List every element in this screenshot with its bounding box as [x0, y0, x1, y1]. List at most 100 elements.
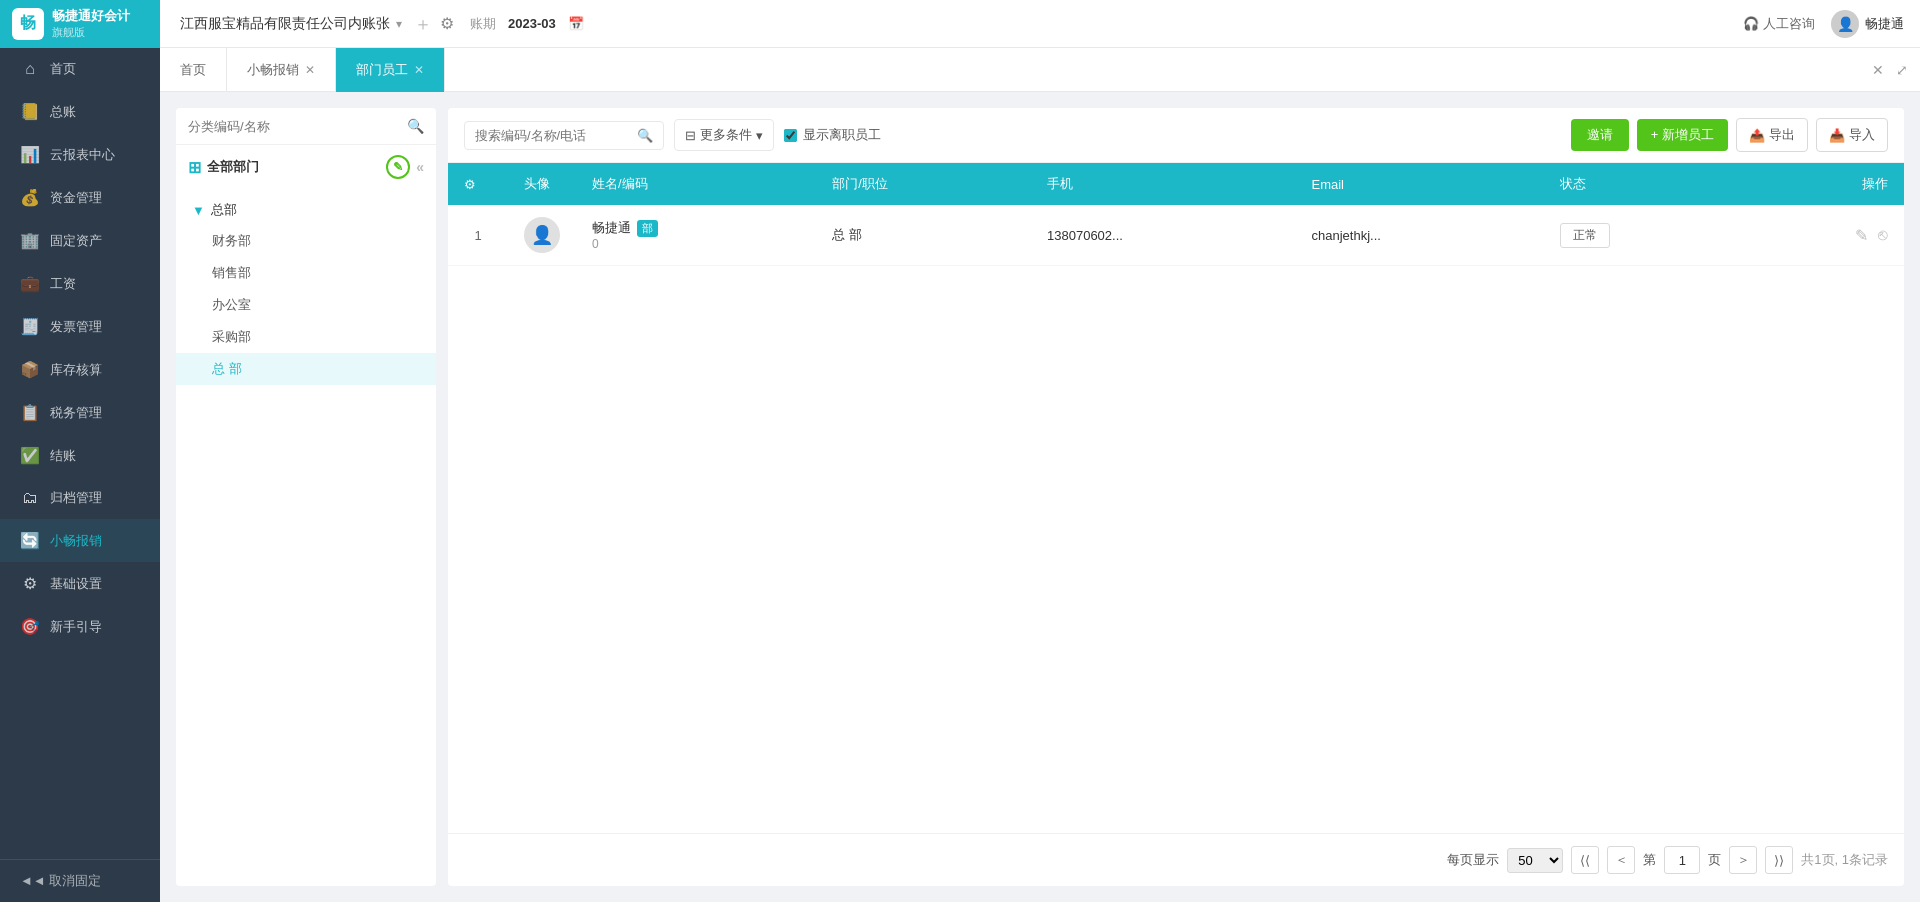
tab-expand-icon[interactable]: ⤢ — [1896, 62, 1908, 78]
col-dept[interactable]: 部门/职位 — [816, 163, 1031, 205]
guide-icon: 🎯 — [20, 617, 40, 636]
dept-tree: ▼ 总部 财务部 销售部 办公室 采购部 — [176, 189, 436, 886]
dept-grid-icon: ⊞ — [188, 158, 201, 177]
dept-child-office[interactable]: 办公室 — [176, 289, 436, 321]
right-panel: 🔍 ⊟ 更多条件 ▾ 显示离职员工 邀请 + 新增员工 — [448, 108, 1904, 886]
settings-icon[interactable]: ⚙ — [440, 14, 454, 33]
tab-xiaochang-close[interactable]: ✕ — [305, 63, 315, 77]
employee-search-input[interactable] — [475, 128, 631, 143]
prev-page-button[interactable]: ＜ — [1607, 846, 1635, 874]
avatar: 👤 — [1831, 10, 1859, 38]
checkout-icon: ✅ — [20, 446, 40, 465]
sidebar-item-home[interactable]: ⌂ 首页 — [0, 48, 160, 90]
top-right: 🎧 人工咨询 👤 畅捷通 — [1743, 10, 1904, 38]
sidebar-item-archive[interactable]: 🗂 归档管理 — [0, 477, 160, 519]
col-action: 操作 — [1724, 163, 1904, 205]
dept-child-general[interactable]: 总 部 — [176, 353, 436, 385]
employee-toolbar: 🔍 ⊟ 更多条件 ▾ 显示离职员工 邀请 + 新增员工 — [448, 108, 1904, 163]
col-avatar: 头像 — [508, 163, 576, 205]
col-email: Email — [1296, 163, 1545, 205]
tab-dept-staff[interactable]: 部门员工 ✕ — [336, 48, 445, 92]
dept-parent-zongbu[interactable]: ▼ 总部 — [176, 195, 436, 225]
dept-badge: 部 — [637, 220, 658, 237]
toolbar-right: 邀请 + 新增员工 📤 导出 📥 导入 — [1571, 118, 1888, 152]
company-name[interactable]: 江西服宝精品有限责任公司内账张 ▾ — [180, 15, 402, 33]
dept-search-input[interactable] — [188, 119, 399, 134]
export-button[interactable]: 📤 导出 — [1736, 118, 1808, 152]
logout-button[interactable]: ⎋ — [1878, 226, 1888, 244]
sidebar-item-inventory[interactable]: 📦 库存核算 — [0, 348, 160, 391]
dept-search-icon[interactable]: 🔍 — [407, 118, 424, 134]
dept-child-sales[interactable]: 销售部 — [176, 257, 436, 289]
tab-home[interactable]: 首页 — [160, 48, 227, 92]
action-buttons: ✎ ⎋ — [1740, 226, 1888, 245]
employee-search-icon[interactable]: 🔍 — [637, 128, 653, 143]
table-header-row: ⚙ 头像 姓名/编码 部门/职位 手机 Email 状态 操作 — [448, 163, 1904, 205]
export-icon: 📤 — [1749, 128, 1765, 143]
sidebar-item-tax[interactable]: 📋 税务管理 — [0, 391, 160, 434]
period-area: 账期 2023-03 📅 — [470, 15, 584, 33]
company-dropdown-icon[interactable]: ▾ — [396, 17, 402, 31]
col-settings[interactable]: ⚙ — [448, 163, 508, 205]
page-number-input[interactable] — [1664, 846, 1700, 874]
ledger-icon: 📒 — [20, 102, 40, 121]
last-page-button[interactable]: ⟩⟩ — [1765, 846, 1793, 874]
row-phone: 138070602... — [1031, 205, 1296, 266]
sidebar-item-salary[interactable]: 💼 工资 — [0, 262, 160, 305]
archive-icon: 🗂 — [20, 489, 40, 507]
logo-area: 畅 畅捷通好会计 旗舰版 — [0, 0, 160, 48]
tab-close-all-icon[interactable]: ✕ — [1872, 62, 1884, 78]
sidebar-item-settings[interactable]: ⚙ 基础设置 — [0, 562, 160, 605]
col-status: 状态 — [1544, 163, 1724, 205]
dept-search-bar: 🔍 — [176, 108, 436, 145]
all-dept-header: ⊞ 全部部门 ✎ « — [176, 145, 436, 189]
filter-icon: ⊟ — [685, 128, 696, 143]
pagination: 每页显示 50 10 20 100 ⟨⟨ ＜ 第 页 ＞ ⟩⟩ 共1页, 1条记… — [448, 833, 1904, 886]
per-page-select[interactable]: 50 10 20 100 — [1507, 848, 1563, 873]
add-company-icon[interactable]: ＋ — [414, 12, 432, 36]
dept-child-purchase[interactable]: 采购部 — [176, 321, 436, 353]
show-resigned-checkbox[interactable] — [784, 129, 797, 142]
filter-dropdown-icon: ▾ — [756, 128, 763, 143]
dept-edit-button[interactable]: ✎ — [386, 155, 410, 179]
sidebar-item-fund[interactable]: 💰 资金管理 — [0, 176, 160, 219]
sidebar-item-guide[interactable]: 🎯 新手引导 — [0, 605, 160, 648]
dept-child-finance[interactable]: 财务部 — [176, 225, 436, 257]
invite-button[interactable]: 邀请 — [1571, 119, 1629, 151]
sidebar-item-asset[interactable]: 🏢 固定资产 — [0, 219, 160, 262]
col-name[interactable]: 姓名/编码 — [576, 163, 816, 205]
col-phone[interactable]: 手机 — [1031, 163, 1296, 205]
employee-avatar: 👤 — [524, 217, 560, 253]
sidebar: ⌂ 首页 📒 总账 📊 云报表中心 💰 资金管理 🏢 固定资产 💼 工资 🧾 发… — [0, 48, 160, 902]
salary-icon: 💼 — [20, 274, 40, 293]
tax-icon: 📋 — [20, 403, 40, 422]
table-row: 1 👤 畅捷通 部 0 总 部 — [448, 205, 1904, 266]
sidebar-item-report[interactable]: 📊 云报表中心 — [0, 133, 160, 176]
first-page-button[interactable]: ⟨⟨ — [1571, 846, 1599, 874]
sidebar-item-checkout[interactable]: ✅ 结账 — [0, 434, 160, 477]
next-page-button[interactable]: ＞ — [1729, 846, 1757, 874]
sidebar-item-invoice[interactable]: 🧾 发票管理 — [0, 305, 160, 348]
edit-button[interactable]: ✎ — [1855, 226, 1868, 245]
sidebar-item-xiaochang[interactable]: 🔄 小畅报销 — [0, 519, 160, 562]
employee-search-field[interactable]: 🔍 — [464, 121, 664, 150]
dept-collapse-icon[interactable]: « — [416, 159, 424, 175]
tab-xiaochang[interactable]: 小畅报销 ✕ — [227, 48, 336, 92]
row-email: chanjethkj... — [1296, 205, 1545, 266]
user-info[interactable]: 👤 畅捷通 — [1831, 10, 1904, 38]
service-button[interactable]: 🎧 人工咨询 — [1743, 15, 1815, 33]
home-icon: ⌂ — [20, 60, 40, 78]
total-record-text: 共1页, 1条记录 — [1801, 851, 1888, 869]
add-staff-button[interactable]: + 新增员工 — [1637, 119, 1728, 151]
sidebar-collapse-button[interactable]: ◄◄ 取消固定 — [0, 859, 160, 902]
sidebar-item-ledger[interactable]: 📒 总账 — [0, 90, 160, 133]
row-dept: 总 部 — [816, 205, 1031, 266]
filter-button[interactable]: ⊟ 更多条件 ▾ — [674, 119, 774, 151]
fund-icon: 💰 — [20, 188, 40, 207]
dept-group-root: ▼ 总部 财务部 销售部 办公室 采购部 — [176, 189, 436, 391]
tab-dept-staff-close[interactable]: ✕ — [414, 63, 424, 77]
calendar-icon[interactable]: 📅 — [568, 16, 584, 31]
asset-icon: 🏢 — [20, 231, 40, 250]
import-button[interactable]: 📥 导入 — [1816, 118, 1888, 152]
xiaochang-icon: 🔄 — [20, 531, 40, 550]
